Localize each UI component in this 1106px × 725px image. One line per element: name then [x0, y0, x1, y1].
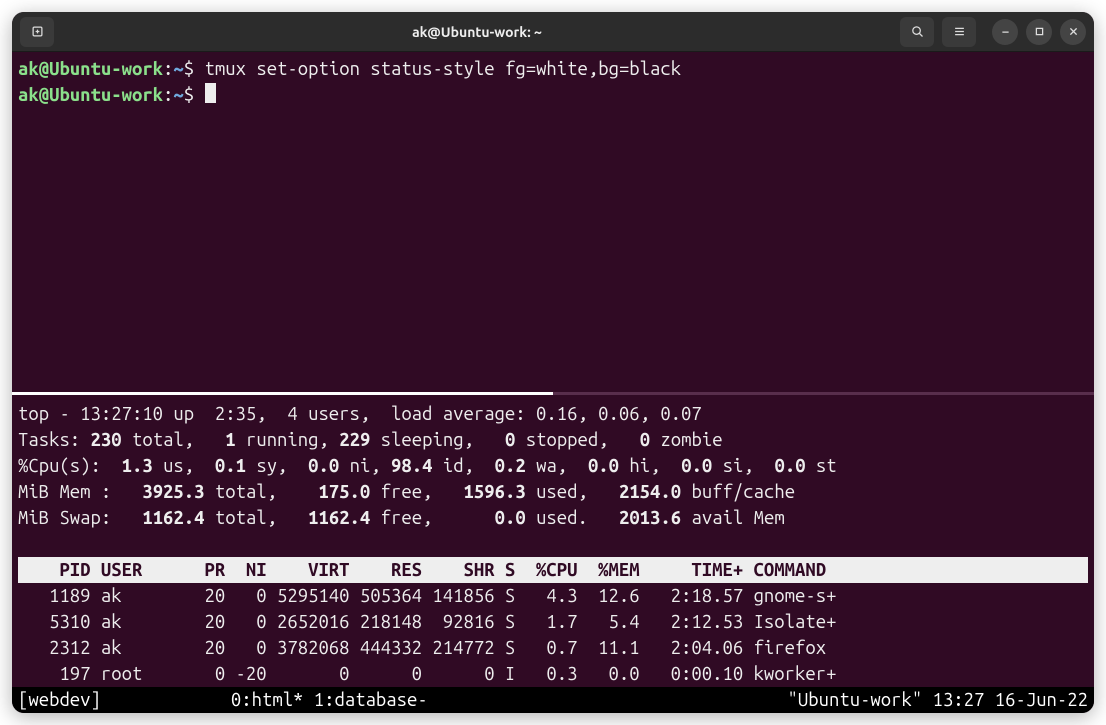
process-row: 1189 ak 20 0 5295140 505364 141856 S 4.3…: [18, 583, 1088, 609]
top-uptime-line: top - 13:27:10 up 2:35, 4 users, load av…: [18, 401, 1088, 427]
close-button[interactable]: [1060, 19, 1086, 45]
top-swap-line: MiB Swap: 1162.4 total, 1162.4 free, 0.0…: [18, 505, 1088, 531]
terminal-window: ak@Ubuntu-work: ~ ak@Ubuntu-work:~$ tmux…: [12, 12, 1094, 713]
tmux-status-bar: [webdev] 0:html* 1:database- "Ubuntu-wor…: [12, 687, 1094, 713]
tmux-pane-bottom[interactable]: top - 13:27:10 up 2:35, 4 users, load av…: [12, 395, 1094, 687]
maximize-button[interactable]: [1026, 19, 1052, 45]
shell-line: ak@Ubuntu-work:~$: [18, 82, 1088, 108]
cursor: [205, 83, 216, 103]
prompt-path: ~: [173, 85, 183, 105]
blank-line: [18, 531, 1088, 557]
pane-fill: [12, 108, 1094, 392]
prompt-user: ak@Ubuntu-work: [18, 59, 163, 79]
terminal-body[interactable]: ak@Ubuntu-work:~$ tmux set-option status…: [12, 52, 1094, 713]
tmux-pane-top[interactable]: ak@Ubuntu-work:~$ tmux set-option status…: [12, 52, 1094, 108]
prompt-end: $: [184, 59, 194, 79]
new-tab-button[interactable]: [20, 17, 54, 47]
window-title: ak@Ubuntu-work: ~: [62, 24, 892, 40]
prompt-user: ak@Ubuntu-work: [18, 85, 163, 105]
top-tasks-line: Tasks: 230 total, 1 running, 229 sleepin…: [18, 427, 1088, 453]
titlebar: ak@Ubuntu-work: ~: [12, 12, 1094, 52]
top-header-row: PID USER PR NI VIRT RES SHR S %CPU %MEM …: [18, 557, 1088, 583]
prompt-sep: :: [163, 85, 173, 105]
prompt-end: $: [184, 85, 194, 105]
top-mem-line: MiB Mem : 3925.3 total, 175.0 free, 1596…: [18, 479, 1088, 505]
prompt-sep: :: [163, 59, 173, 79]
process-row: 5310 ak 20 0 2652016 218148 92816 S 1.7 …: [18, 609, 1088, 635]
status-session-name: [webdev]: [18, 687, 101, 713]
top-cpu-line: %Cpu(s): 1.3 us, 0.1 sy, 0.0 ni, 98.4 id…: [18, 453, 1088, 479]
shell-line: ak@Ubuntu-work:~$ tmux set-option status…: [18, 56, 1088, 82]
minimize-button[interactable]: [992, 19, 1018, 45]
process-row: 197 root 0 -20 0 0 0 I 0.3 0.0 0:00.10 k…: [18, 661, 1088, 687]
search-button[interactable]: [900, 17, 934, 47]
prompt-path: ~: [173, 59, 183, 79]
status-window-list: 0:html* 1:database-: [101, 687, 788, 713]
status-right: "Ubuntu-work" 13:27 16-Jun-22: [788, 687, 1088, 713]
menu-button[interactable]: [942, 17, 976, 47]
process-row: 2312 ak 20 0 3782068 444332 214772 S 0.7…: [18, 635, 1088, 661]
command-text: tmux set-option status-style fg=white,bg…: [205, 59, 682, 79]
